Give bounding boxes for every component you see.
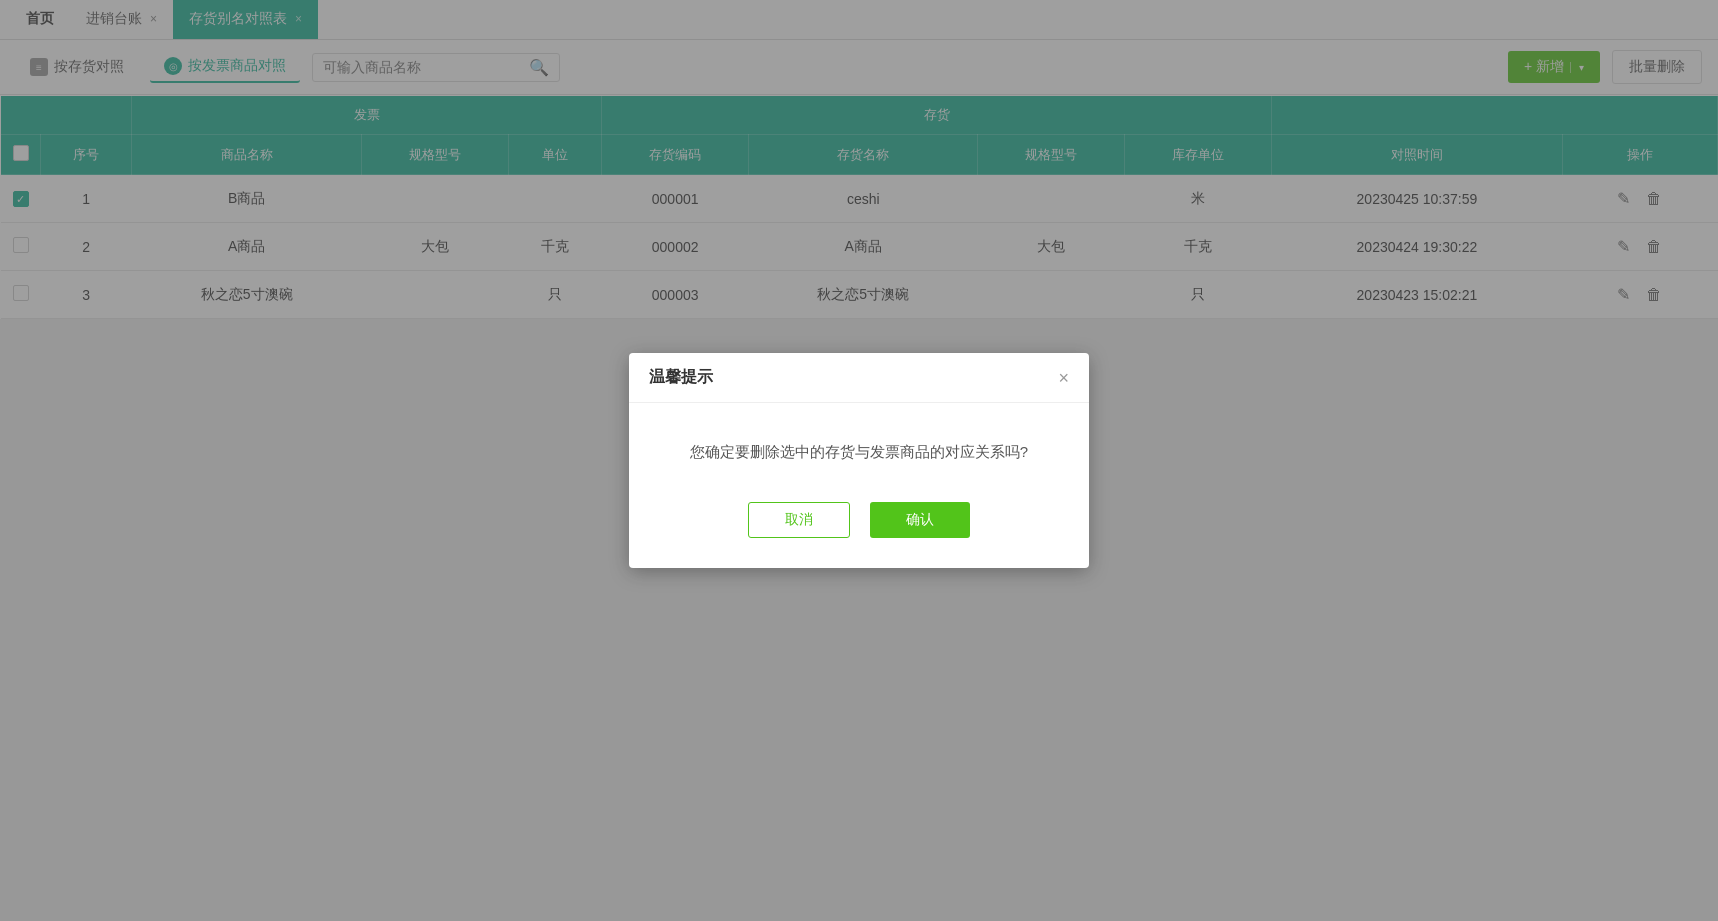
overlay: 温馨提示 × 您确定要删除选中的存货与发票商品的对应关系吗? 取消 确认 xyxy=(0,0,1718,319)
